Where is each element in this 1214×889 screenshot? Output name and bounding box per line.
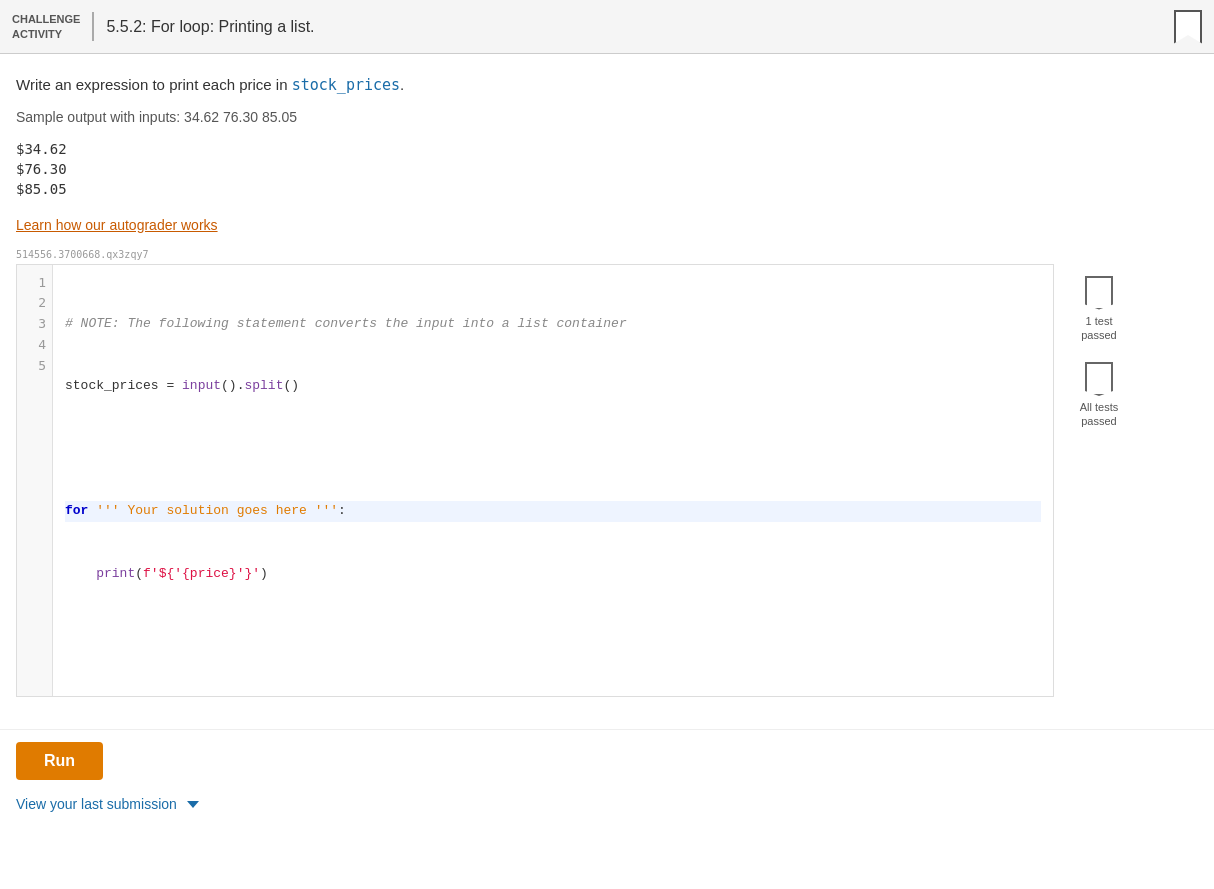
code-line-4: for ''' Your solution goes here ''': [65, 501, 1041, 522]
header: CHALLENGE ACTIVITY 5.5.2: For loop: Prin… [0, 0, 1214, 54]
code-line-5: print(f'${'{price}'}') [65, 564, 1041, 585]
output-line-1: $34.62 [16, 141, 1144, 157]
test-badge-1: 1 test passed [1081, 276, 1116, 343]
view-submission-link[interactable]: View your last submission [16, 796, 1198, 812]
badge-text-2: All tests passed [1080, 400, 1119, 429]
line-numbers: 1 2 3 4 5 [17, 265, 53, 697]
learn-autograder-link[interactable]: Learn how our autograder works [16, 217, 218, 233]
challenge-badge: CHALLENGE ACTIVITY [12, 12, 94, 41]
sample-output-label: Sample output with inputs: 34.62 76.30 8… [16, 109, 1144, 125]
code-line-3 [65, 439, 1041, 460]
code-line-1: # NOTE: The following statement converts… [65, 314, 1041, 335]
bottom-bar: Run View your last submission [0, 729, 1214, 824]
test-badge-2: All tests passed [1080, 362, 1119, 429]
run-button[interactable]: Run [16, 742, 103, 780]
page-title: 5.5.2: For loop: Printing a list. [106, 18, 1174, 36]
output-line-2: $76.30 [16, 161, 1144, 177]
code-line-2: stock_prices = input().split() [65, 376, 1041, 397]
chevron-down-icon [187, 801, 199, 808]
instruction-text: Write an expression to print each price … [16, 74, 1144, 97]
code-content[interactable]: # NOTE: The following statement converts… [53, 265, 1053, 697]
output-lines: $34.62 $76.30 $85.05 [16, 141, 1144, 197]
output-line-3: $85.05 [16, 181, 1144, 197]
main-content: Write an expression to print each price … [0, 54, 1160, 729]
badge-text-1: 1 test passed [1081, 314, 1116, 343]
code-highlight: stock_prices [292, 76, 400, 94]
badge-icon-2 [1085, 362, 1113, 396]
badge-icon-1 [1085, 276, 1113, 310]
code-editor[interactable]: 1 2 3 4 5 [16, 264, 1054, 698]
bookmark-icon[interactable] [1174, 10, 1202, 44]
editor-id: 514556.3700668.qx3zqy7 [16, 249, 1144, 260]
test-badges-panel: 1 test passed All tests passed [1054, 264, 1144, 710]
